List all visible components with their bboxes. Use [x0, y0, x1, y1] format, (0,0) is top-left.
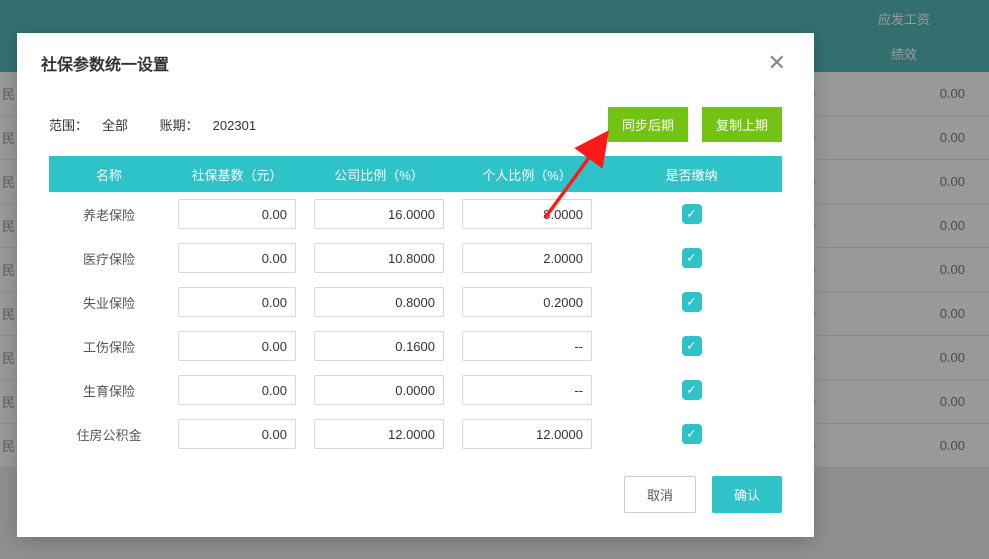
- close-icon[interactable]: ✕: [764, 52, 790, 74]
- pay-checkbox[interactable]: ✓: [682, 248, 702, 268]
- company-input[interactable]: [314, 375, 444, 405]
- modal-social-insurance: 社保参数统一设置 ✕ 范围：全部 账期：202301 同步后期 复制上期 名称 …: [17, 33, 814, 537]
- th-name: 名称: [49, 165, 169, 184]
- copy-previous-button[interactable]: 复制上期: [702, 107, 782, 142]
- confirm-button[interactable]: 确认: [712, 476, 782, 513]
- th-personal: 个人比例（%）: [453, 165, 601, 184]
- pay-checkbox[interactable]: ✓: [682, 204, 702, 224]
- modal-title: 社保参数统一设置: [41, 51, 169, 75]
- base-input[interactable]: [178, 375, 296, 405]
- row-name: 养老保险: [49, 205, 169, 224]
- personal-input[interactable]: [462, 375, 592, 405]
- sync-later-button[interactable]: 同步后期: [608, 107, 688, 142]
- th-company: 公司比例（%）: [305, 165, 453, 184]
- table-row: 住房公积金 ✓: [49, 412, 782, 456]
- base-input[interactable]: [178, 331, 296, 361]
- base-input[interactable]: [178, 287, 296, 317]
- row-name: 生育保险: [49, 381, 169, 400]
- pay-checkbox[interactable]: ✓: [682, 380, 702, 400]
- company-input[interactable]: [314, 419, 444, 449]
- pay-checkbox[interactable]: ✓: [682, 292, 702, 312]
- table-header: 名称 社保基数（元） 公司比例（%） 个人比例（%） 是否缴纳: [49, 156, 782, 192]
- personal-input[interactable]: [462, 331, 592, 361]
- company-input[interactable]: [314, 287, 444, 317]
- base-input[interactable]: [178, 243, 296, 273]
- base-input[interactable]: [178, 199, 296, 229]
- personal-input[interactable]: [462, 199, 592, 229]
- cancel-button[interactable]: 取消: [624, 476, 696, 513]
- company-input[interactable]: [314, 331, 444, 361]
- base-input[interactable]: [178, 419, 296, 449]
- company-input[interactable]: [314, 199, 444, 229]
- th-pay: 是否缴纳: [601, 165, 782, 184]
- table-row: 失业保险 ✓: [49, 280, 782, 324]
- table-row: 医疗保险 ✓: [49, 236, 782, 280]
- personal-input[interactable]: [462, 287, 592, 317]
- company-input[interactable]: [314, 243, 444, 273]
- personal-input[interactable]: [462, 419, 592, 449]
- pay-checkbox[interactable]: ✓: [682, 336, 702, 356]
- th-base: 社保基数（元）: [169, 165, 305, 184]
- pay-checkbox[interactable]: ✓: [682, 424, 702, 444]
- row-name: 工伤保险: [49, 337, 169, 356]
- row-name: 失业保险: [49, 293, 169, 312]
- table-row: 工伤保险 ✓: [49, 324, 782, 368]
- row-name: 住房公积金: [49, 425, 169, 444]
- table-row: 生育保险 ✓: [49, 368, 782, 412]
- table-row: 养老保险 ✓: [49, 192, 782, 236]
- personal-input[interactable]: [462, 243, 592, 273]
- row-name: 医疗保险: [49, 249, 169, 268]
- modal-meta: 范围：全部 账期：202301: [49, 115, 284, 134]
